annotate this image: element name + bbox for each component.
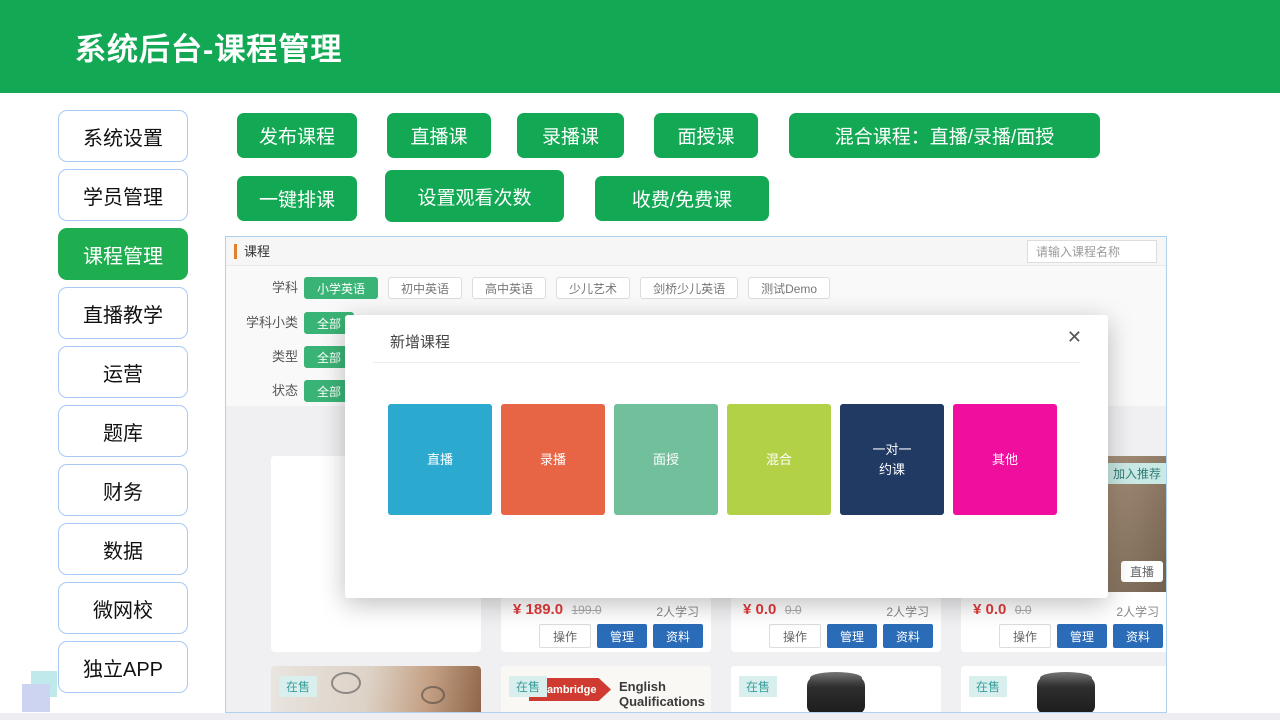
course-thumbnail: 在售 <box>731 666 941 713</box>
course-card[interactable]: 在售 <box>731 666 941 713</box>
student-count: 2人学习 <box>656 603 699 620</box>
course-card[interactable]: Cambridge English Qualifications 在售 <box>501 666 711 713</box>
recommend-badge: 加入推荐 <box>1106 463 1167 484</box>
course-type-options: 直播 录播 面授 混合 一对一 约课 其他 <box>388 404 1057 515</box>
price-row: ¥ 0.0 0.0 2人学习 <box>731 601 941 619</box>
new-course-modal: 新增课程 ✕ 直播 录播 面授 混合 一对一 约课 其他 <box>345 315 1108 598</box>
filter-label: 类型 <box>236 346 298 368</box>
manage-button[interactable]: 管理 <box>597 624 647 648</box>
filter-tag-junior-english[interactable]: 初中英语 <box>388 277 462 299</box>
filter-tag-primary-english[interactable]: 小学英语 <box>304 277 378 299</box>
course-type-in-person[interactable]: 面授 <box>614 404 718 515</box>
sidebar-item-live-teaching[interactable]: 直播教学 <box>58 287 188 339</box>
course-card[interactable]: 在售 <box>961 666 1167 713</box>
app: 系统后台-课程管理 系统设置 学员管理 课程管理 直播教学 运营 题库 财务 数… <box>0 0 1280 720</box>
course-price: ¥ 0.0 <box>743 601 776 618</box>
sidebar-item-student-management[interactable]: 学员管理 <box>58 169 188 221</box>
course-type-live[interactable]: 直播 <box>388 404 492 515</box>
set-view-count-button[interactable]: 设置观看次数 <box>385 170 564 222</box>
filter-label: 学科小类 <box>236 312 298 334</box>
material-button[interactable]: 资料 <box>653 624 703 648</box>
course-price: ¥ 189.0 <box>513 601 563 618</box>
in-person-course-button[interactable]: 面授课 <box>654 113 758 158</box>
footer-strip <box>0 713 1280 720</box>
sidebar-item-operations[interactable]: 运营 <box>58 346 188 398</box>
course-type-recorded[interactable]: 录播 <box>501 404 605 515</box>
course-type-mixed[interactable]: 混合 <box>727 404 831 515</box>
student-count: 2人学习 <box>886 603 929 620</box>
doodle-shape <box>331 672 361 694</box>
original-price: 199.0 <box>572 603 602 617</box>
product-image <box>1037 676 1095 713</box>
panel-header: 课程 <box>226 237 1166 266</box>
original-price: 0.0 <box>1015 603 1032 617</box>
operate-button[interactable]: 操作 <box>999 624 1051 648</box>
on-sale-badge: 在售 <box>969 676 1007 697</box>
doodle-shape <box>421 686 445 704</box>
on-sale-badge: 在售 <box>509 676 547 697</box>
recorded-course-button[interactable]: 录播课 <box>517 113 624 158</box>
manage-button[interactable]: 管理 <box>827 624 877 648</box>
app-header: 系统后台-课程管理 <box>0 0 1280 93</box>
modal-title: 新增课程 <box>390 331 450 352</box>
sidebar-item-question-bank[interactable]: 题库 <box>58 405 188 457</box>
price-row: ¥ 0.0 0.0 2人学习 <box>961 601 1167 619</box>
search-input[interactable] <box>1027 240 1157 263</box>
course-price: ¥ 0.0 <box>973 601 1006 618</box>
student-count: 2人学习 <box>1116 603 1159 620</box>
filter-tag-senior-english[interactable]: 高中英语 <box>472 277 546 299</box>
operate-button[interactable]: 操作 <box>769 624 821 648</box>
filter-label: 学科 <box>236 277 298 299</box>
one-click-schedule-button[interactable]: 一键排课 <box>237 176 357 221</box>
accent-bar <box>234 244 237 259</box>
sidebar-item-course-management[interactable]: 课程管理 <box>58 228 188 280</box>
decor-square-lavender <box>22 684 50 712</box>
course-thumbnail: 在售 <box>271 666 481 713</box>
live-type-badge: 直播 <box>1121 561 1163 582</box>
material-button[interactable]: 资料 <box>1113 624 1163 648</box>
mixed-course-button[interactable]: 混合课程：直播/录播/面授 <box>789 113 1100 158</box>
manage-button[interactable]: 管理 <box>1057 624 1107 648</box>
material-button[interactable]: 资料 <box>883 624 933 648</box>
modal-divider <box>373 362 1080 363</box>
operate-button[interactable]: 操作 <box>539 624 591 648</box>
course-type-other[interactable]: 其他 <box>953 404 1057 515</box>
close-icon[interactable]: ✕ <box>1067 327 1082 348</box>
filter-label: 状态 <box>236 380 298 402</box>
price-row: ¥ 189.0 199.0 2人学习 <box>501 601 711 619</box>
on-sale-badge: 在售 <box>739 676 777 697</box>
filter-tag-cambridge-kids-english[interactable]: 剑桥少儿英语 <box>640 277 738 299</box>
original-price: 0.0 <box>785 603 802 617</box>
page-title: 系统后台-课程管理 <box>75 24 342 69</box>
course-thumbnail: 在售 <box>961 666 1167 713</box>
panel-title: 课程 <box>244 237 270 266</box>
sidebar-item-data[interactable]: 数据 <box>58 523 188 575</box>
brand-text: English Qualifications <box>619 679 711 709</box>
product-image <box>807 676 865 713</box>
filter-tag-test-demo[interactable]: 测试Demo <box>748 277 830 299</box>
filter-tag-kids-art[interactable]: 少儿艺术 <box>556 277 630 299</box>
course-card[interactable]: 在售 <box>271 666 481 713</box>
sidebar-item-system-settings[interactable]: 系统设置 <box>58 110 188 162</box>
on-sale-badge: 在售 <box>279 676 317 697</box>
course-type-one-on-one[interactable]: 一对一 约课 <box>840 404 944 515</box>
course-thumbnail: Cambridge English Qualifications 在售 <box>501 666 711 713</box>
filter-row-subject: 学科 小学英语 初中英语 高中英语 少儿艺术 剑桥少儿英语 测试Demo <box>226 277 1166 299</box>
paid-free-course-button[interactable]: 收费/免费课 <box>595 176 769 221</box>
sidebar-item-standalone-app[interactable]: 独立APP <box>58 641 188 693</box>
sidebar-item-finance[interactable]: 财务 <box>58 464 188 516</box>
publish-course-button[interactable]: 发布课程 <box>237 113 357 158</box>
sidebar-item-micro-school[interactable]: 微网校 <box>58 582 188 634</box>
live-course-button[interactable]: 直播课 <box>387 113 491 158</box>
